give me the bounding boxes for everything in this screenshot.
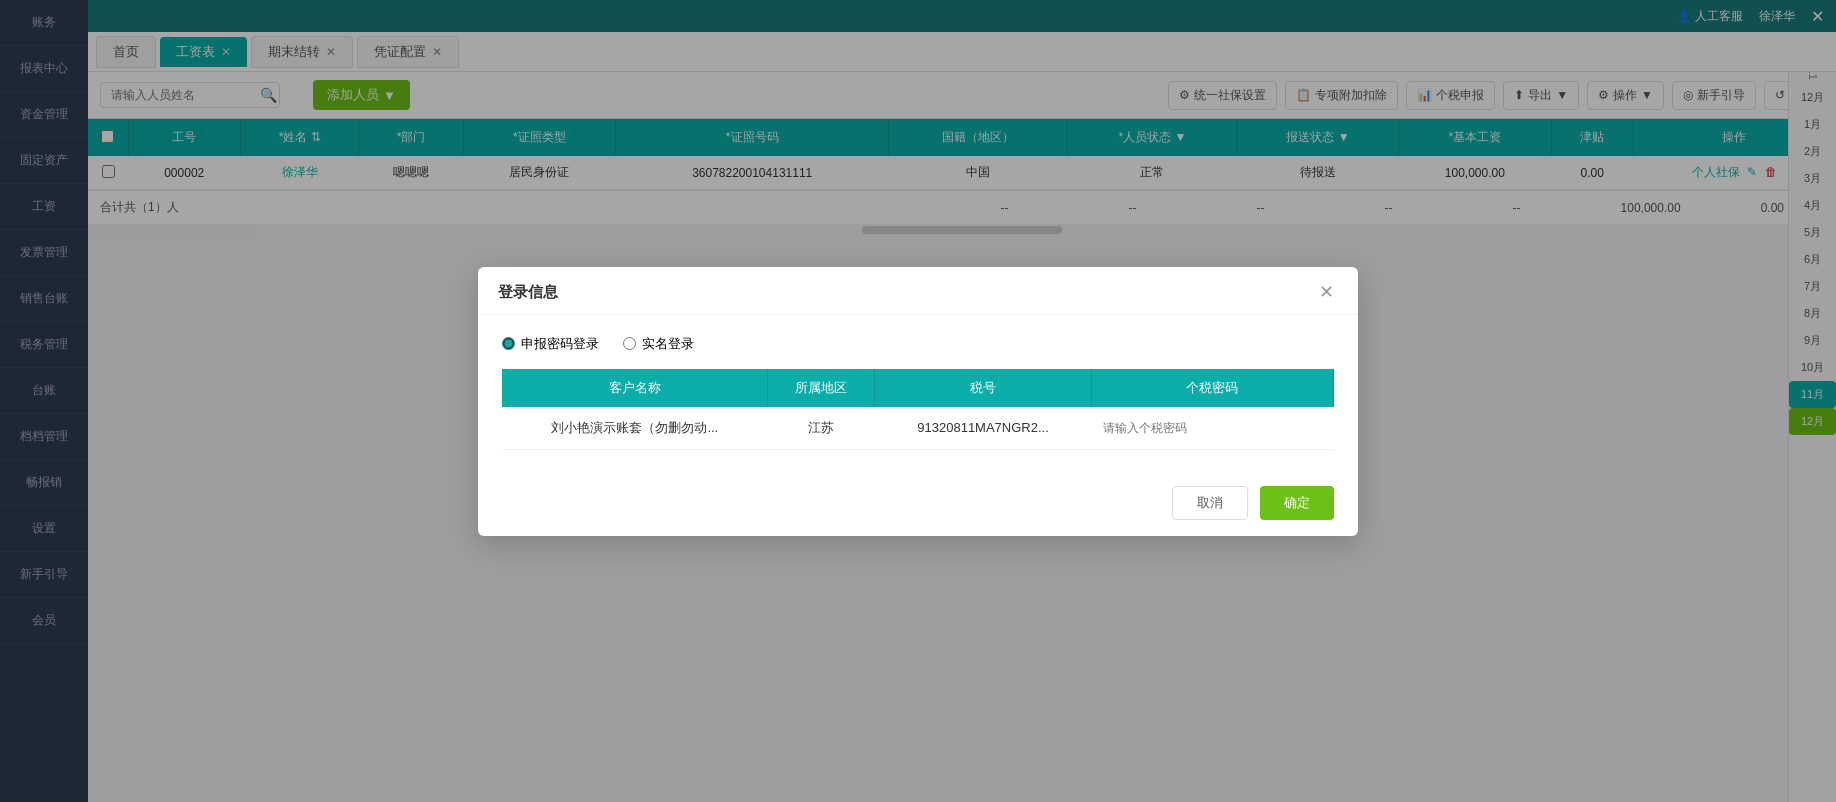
dialog-col-tax-number: 税号 <box>875 369 1091 407</box>
radio-password-login[interactable]: 申报密码登录 <box>502 335 599 353</box>
radio-realname-input[interactable] <box>623 337 636 350</box>
dialog-footer: 取消 确定 <box>478 470 1358 536</box>
dialog-cell-client-name: 刘小艳演示账套（勿删勿动... <box>502 407 768 450</box>
dialog-cell-region: 江苏 <box>768 407 875 450</box>
dialog-col-tax-password: 个税密码 <box>1091 369 1333 407</box>
dialog-cell-tax-number: 91320811MA7NGR2... <box>875 407 1091 450</box>
radio-realname-login[interactable]: 实名登录 <box>623 335 694 353</box>
dialog-table-header: 客户名称 所属地区 税号 个税密码 <box>502 369 1334 407</box>
dialog-cell-tax-password[interactable] <box>1091 407 1333 450</box>
dialog-table-row: 刘小艳演示账套（勿删勿动... 江苏 91320811MA7NGR2... <box>502 407 1334 450</box>
login-type-radio-group: 申报密码登录 实名登录 <box>502 335 1334 353</box>
dialog-title: 登录信息 <box>498 283 558 302</box>
dialog-client-table: 客户名称 所属地区 税号 个税密码 刘小艳演示账套（勿删勿动... 江苏 913… <box>502 369 1334 450</box>
dialog-header: 登录信息 ✕ <box>478 267 1358 315</box>
dialog-col-region: 所属地区 <box>768 369 875 407</box>
dialog-col-client-name: 客户名称 <box>502 369 768 407</box>
dialog-overlay: 登录信息 ✕ 申报密码登录 实名登录 客户名称 所属地区 <box>0 0 1836 802</box>
confirm-button[interactable]: 确定 <box>1260 486 1334 520</box>
radio-password-input[interactable] <box>502 337 515 350</box>
dialog-close-button[interactable]: ✕ <box>1315 283 1338 301</box>
login-dialog: 登录信息 ✕ 申报密码登录 实名登录 客户名称 所属地区 <box>478 267 1358 536</box>
cancel-button[interactable]: 取消 <box>1172 486 1248 520</box>
dialog-body: 申报密码登录 实名登录 客户名称 所属地区 税号 个税密码 <box>478 315 1358 470</box>
tax-password-input[interactable] <box>1103 421 1321 435</box>
